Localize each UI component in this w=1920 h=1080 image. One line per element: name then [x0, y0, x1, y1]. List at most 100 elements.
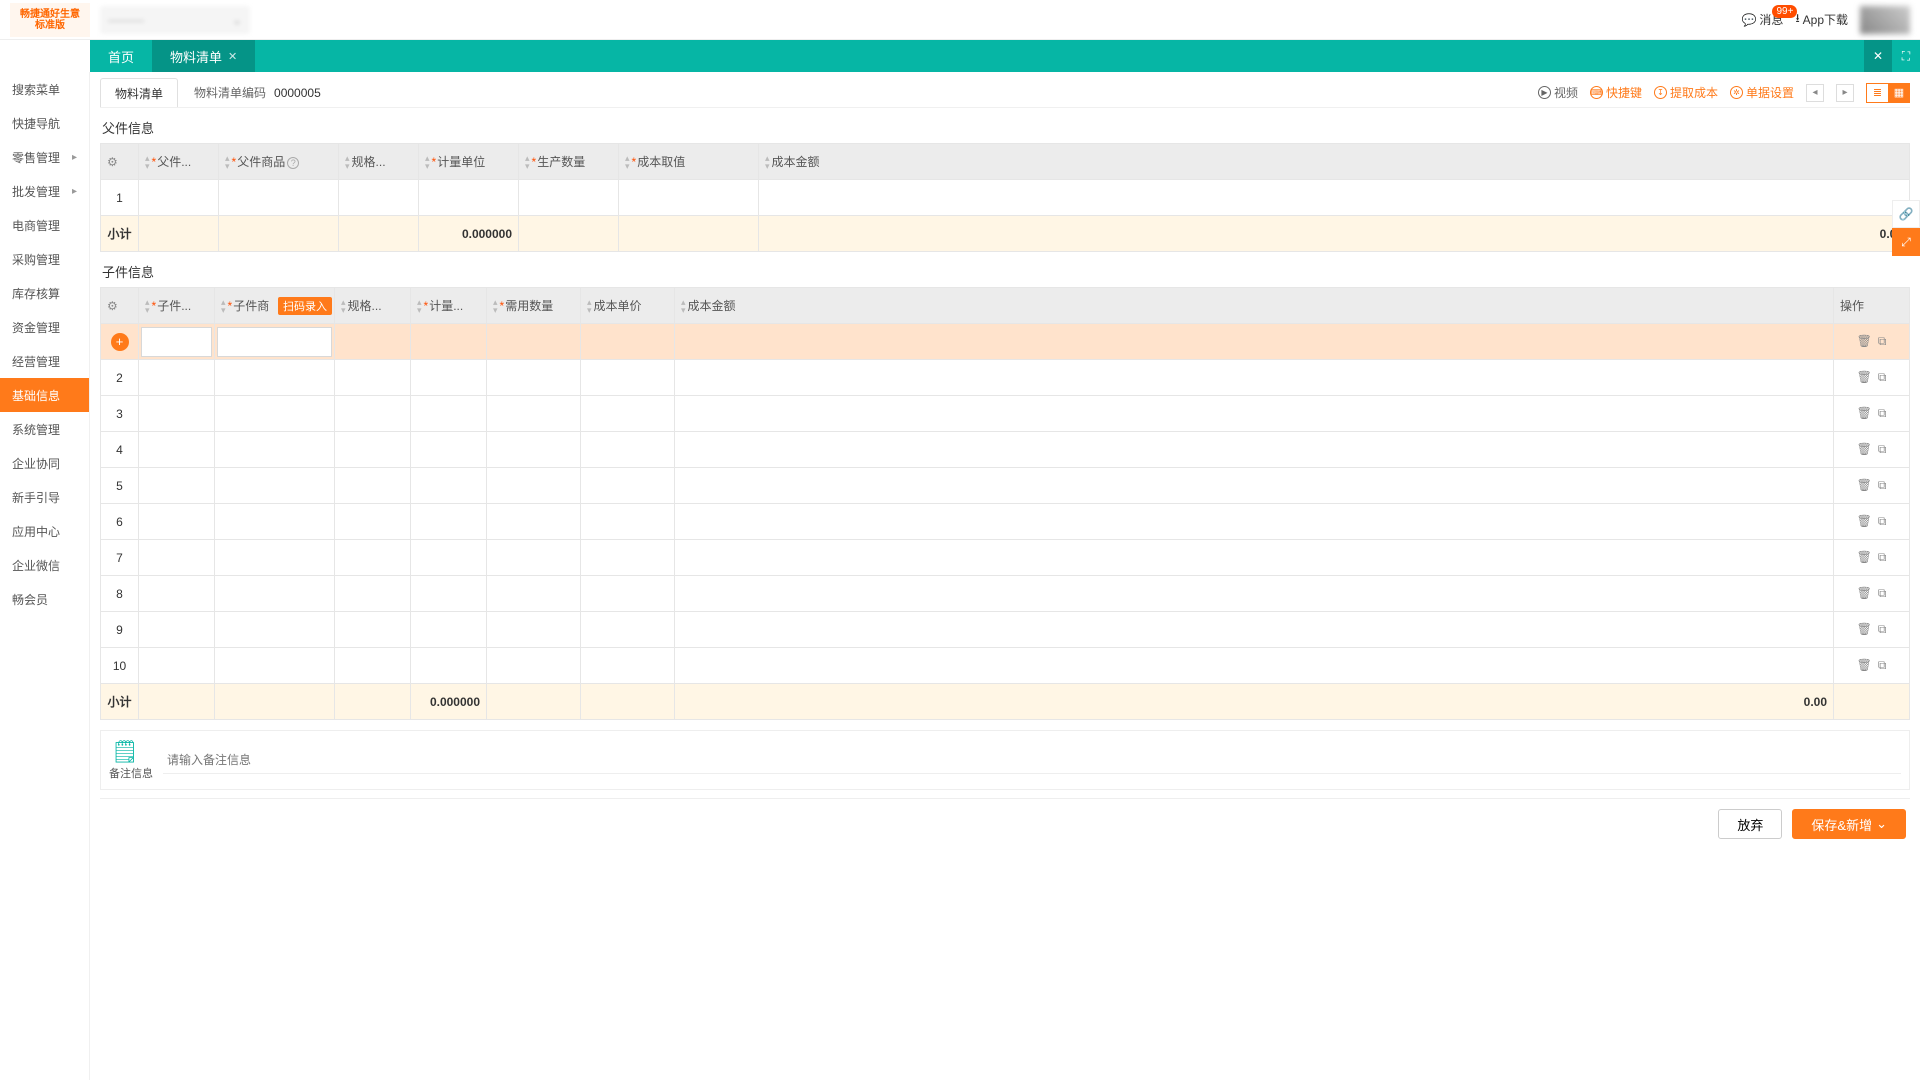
sidebar-item-label: 应用中心 [12, 523, 60, 540]
delete-row-icon[interactable]: 🗑 [1857, 550, 1872, 564]
messages-button[interactable]: 💬 消息 99+ [1741, 11, 1783, 28]
link-tool-icon[interactable]: 🔗 [1892, 200, 1920, 228]
copy-row-icon[interactable]: ⧉ [1878, 478, 1887, 492]
discard-button[interactable]: 放弃 [1718, 809, 1782, 839]
sidebar-item-11[interactable]: 企业协同 [0, 446, 89, 480]
list-view-icon[interactable]: ≣ [1866, 83, 1888, 103]
help-icon[interactable]: ? [287, 157, 299, 169]
delete-row-icon[interactable]: 🗑 [1857, 586, 1872, 600]
tab-bom-label: 物料清单 [170, 47, 222, 66]
delete-row-icon[interactable]: 🗑 [1857, 478, 1872, 492]
delete-row-icon[interactable]: 🗑 [1857, 514, 1872, 528]
child-subtotal-row: 小计 0.000000 0.00 [101, 684, 1910, 720]
gear-icon[interactable]: ⚙ [107, 299, 118, 313]
expand-tool-icon[interactable]: ⤢ [1892, 228, 1920, 256]
copy-row-icon[interactable]: ⧉ [1878, 550, 1887, 564]
delete-row-icon[interactable]: 🗑 [1857, 334, 1872, 348]
col-child-product[interactable]: ▴▾子件商扫码录入 [215, 288, 335, 324]
copy-row-icon[interactable]: ⧉ [1878, 406, 1887, 420]
form-view-icon[interactable]: ▦ [1888, 83, 1910, 103]
sidebar-item-3[interactable]: 批发管理 [0, 174, 89, 208]
col-child-price[interactable]: ▴▾成本单价 [581, 288, 675, 324]
child-row[interactable]: 4🗑⧉ [101, 432, 1910, 468]
app-download-button[interactable]: ⭳ App下载 [1795, 9, 1848, 30]
tabbar-close-button[interactable]: ✕ [1864, 40, 1892, 72]
col-child-code[interactable]: ▴▾子件... [139, 288, 215, 324]
copy-row-icon[interactable]: ⧉ [1878, 658, 1887, 672]
code-value: 0000005 [274, 86, 321, 100]
col-child-amt[interactable]: ▴▾成本金额 [675, 288, 1834, 324]
sidebar-item-7[interactable]: 资金管理 [0, 310, 89, 344]
sidebar-item-13[interactable]: 应用中心 [0, 514, 89, 548]
col-child-spec[interactable]: ▴▾规格... [335, 288, 411, 324]
copy-row-icon[interactable]: ⧉ [1878, 514, 1887, 528]
sidebar-item-15[interactable]: 畅会员 [0, 582, 89, 616]
delete-row-icon[interactable]: 🗑 [1857, 622, 1872, 636]
sidebar: 搜索菜单快捷导航零售管理批发管理电商管理采购管理库存核算资金管理经营管理基础信息… [0, 72, 90, 1080]
col-parent-uom[interactable]: ▴▾计量单位 [419, 144, 519, 180]
col-child-uom[interactable]: ▴▾计量... [411, 288, 487, 324]
child-row[interactable]: 3🗑⧉ [101, 396, 1910, 432]
copy-row-icon[interactable]: ⧉ [1878, 586, 1887, 600]
fullscreen-icon[interactable]: ⛶ [1892, 40, 1920, 72]
prev-button[interactable]: ◂ [1806, 84, 1824, 102]
col-child-qty[interactable]: ▴▾需用数量 [487, 288, 581, 324]
company-selector[interactable]: ———⌄ [100, 6, 250, 34]
sidebar-item-14[interactable]: 企业微信 [0, 548, 89, 582]
child-row[interactable]: 6🗑⧉ [101, 504, 1910, 540]
sidebar-item-6[interactable]: 库存核算 [0, 276, 89, 310]
sidebar-item-1[interactable]: 快捷导航 [0, 106, 89, 140]
remark-input[interactable] [163, 747, 1901, 774]
sidebar-item-12[interactable]: 新手引导 [0, 480, 89, 514]
child-row[interactable]: 8🗑⧉ [101, 576, 1910, 612]
child-row[interactable]: + 🗑 ⧉ [101, 324, 1910, 360]
child-row[interactable]: 2🗑⧉ [101, 360, 1910, 396]
col-parent-code[interactable]: ▴▾父件... [139, 144, 219, 180]
delete-row-icon[interactable]: 🗑 [1857, 442, 1872, 456]
hotkey-link[interactable]: ⌨快捷键 [1590, 84, 1642, 101]
app-download-label: App下载 [1803, 11, 1848, 28]
tab-home[interactable]: 首页 [90, 40, 152, 72]
copy-row-icon[interactable]: ⧉ [1878, 370, 1887, 384]
copy-row-icon[interactable]: ⧉ [1878, 622, 1887, 636]
scan-badge[interactable]: 扫码录入 [278, 297, 332, 315]
row-number: 1 [101, 180, 139, 216]
tab-bom[interactable]: 物料清单 ✕ [152, 40, 255, 72]
col-parent-cost-src[interactable]: ▴▾成本取值 [619, 144, 759, 180]
avatar[interactable] [1860, 6, 1910, 34]
child-row[interactable]: 5🗑⧉ [101, 468, 1910, 504]
child-code-input[interactable] [141, 327, 212, 357]
view-toggle[interactable]: ≣ ▦ [1866, 83, 1910, 103]
add-row-button[interactable]: + [111, 333, 129, 351]
child-product-input[interactable] [217, 327, 332, 357]
extract-cost-link[interactable]: ↧提取成本 [1654, 84, 1718, 101]
sidebar-item-8[interactable]: 经营管理 [0, 344, 89, 378]
sidebar-item-5[interactable]: 采购管理 [0, 242, 89, 276]
child-row[interactable]: 9🗑⧉ [101, 612, 1910, 648]
sidebar-item-label: 系统管理 [12, 421, 60, 438]
delete-row-icon[interactable]: 🗑 [1857, 370, 1872, 384]
child-row[interactable]: 7🗑⧉ [101, 540, 1910, 576]
delete-row-icon[interactable]: 🗑 [1857, 658, 1872, 672]
next-button[interactable]: ▸ [1836, 84, 1854, 102]
col-parent-product[interactable]: ▴▾父件商品? [219, 144, 339, 180]
sidebar-item-4[interactable]: 电商管理 [0, 208, 89, 242]
save-new-button[interactable]: 保存&新增 ⌄ [1792, 809, 1906, 839]
parent-row[interactable]: 1 [101, 180, 1910, 216]
copy-row-icon[interactable]: ⧉ [1878, 334, 1887, 348]
child-row[interactable]: 10🗑⧉ [101, 648, 1910, 684]
sidebar-item-10[interactable]: 系统管理 [0, 412, 89, 446]
gear-icon[interactable]: ⚙ [107, 155, 118, 169]
copy-row-icon[interactable]: ⧉ [1878, 442, 1887, 456]
col-parent-qty[interactable]: ▴▾生产数量 [519, 144, 619, 180]
delete-row-icon[interactable]: 🗑 [1857, 406, 1872, 420]
sidebar-item-0[interactable]: 搜索菜单 [0, 72, 89, 106]
col-parent-spec[interactable]: ▴▾规格... [339, 144, 419, 180]
sidebar-item-2[interactable]: 零售管理 [0, 140, 89, 174]
col-parent-cost-amt[interactable]: ▴▾成本金额 [759, 144, 1910, 180]
subtab-bom[interactable]: 物料清单 [100, 78, 178, 107]
doc-setting-link[interactable]: ✲单据设置 [1730, 84, 1794, 101]
close-icon[interactable]: ✕ [228, 50, 237, 63]
video-link[interactable]: ▶视频 [1538, 84, 1578, 101]
sidebar-item-9[interactable]: 基础信息 [0, 378, 89, 412]
